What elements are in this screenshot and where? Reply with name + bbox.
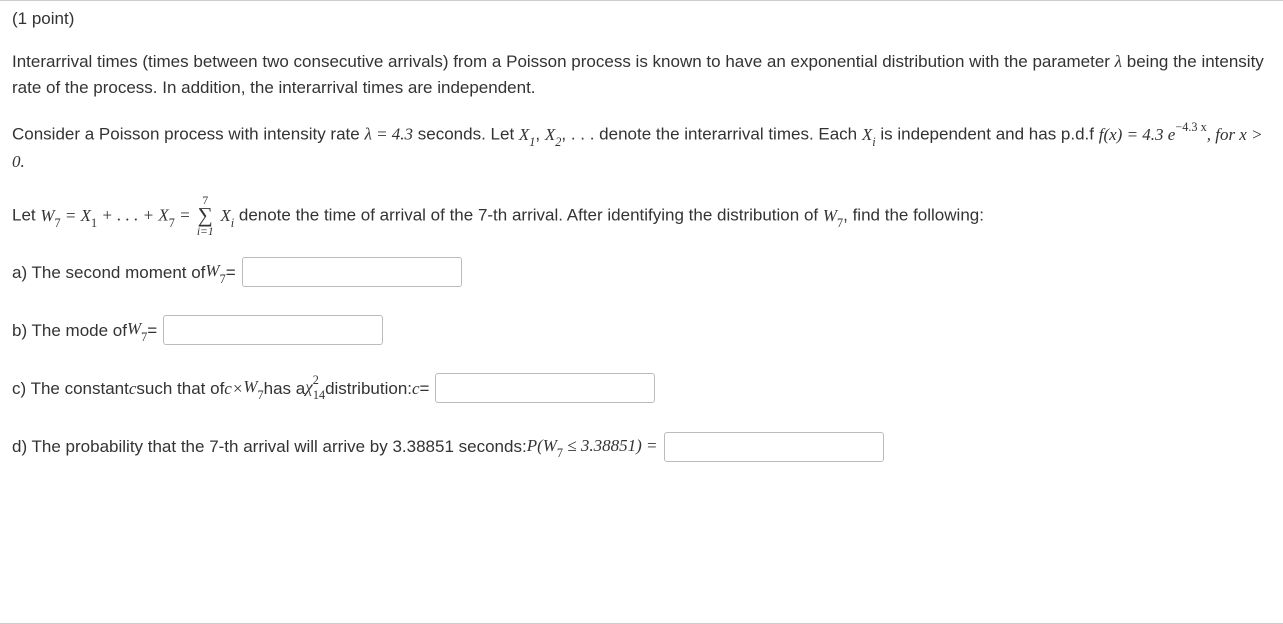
xi-sub-sum: i: [231, 216, 234, 230]
qd-w7-sub: 7: [557, 446, 563, 460]
w-letter-2: W: [823, 206, 837, 225]
x2-sub: 2: [555, 135, 561, 149]
xi-var: Xi: [862, 125, 876, 144]
x-letter-sum: X: [220, 206, 230, 225]
qd-label: d) The probability that the 7-th arrival…: [12, 433, 527, 460]
qc-c3: c: [412, 375, 420, 402]
dots-1: . . .: [571, 125, 595, 144]
qc-times: ×: [232, 375, 243, 402]
x1-var: X1: [519, 125, 536, 144]
qc-c2: c: [224, 375, 232, 402]
qc-dist: distribution:: [325, 375, 412, 402]
pdf-fx: f(x) = 4.3 e: [1099, 125, 1176, 144]
qc-has: has a: [264, 375, 306, 402]
question-c: c) The constant c such that of c × W7 ha…: [12, 373, 1271, 404]
sigma-bot: i=1: [197, 226, 214, 238]
w7-paragraph: Let W7 = X1 + . . . + X7 = 7∑i=1 Xi deno…: [12, 195, 1271, 237]
lambda-symbol: λ: [1115, 52, 1122, 71]
question-a: a) The second moment of W7 =: [12, 257, 1271, 287]
qb-w7: W7: [127, 315, 147, 345]
eq-x1: = X1: [61, 206, 97, 225]
qa-eq: =: [226, 259, 236, 286]
lambda-eq: λ = 4.3: [364, 125, 413, 144]
answer-input-b[interactable]: [163, 315, 383, 345]
qa-w: W: [205, 261, 219, 280]
question-d: d) The probability that the 7-th arrival…: [12, 432, 1271, 462]
w7-var-2: W7: [823, 206, 843, 225]
w7-text-b: denote the time of arrival of the 7-th a…: [234, 206, 823, 225]
points-label: (1 point): [12, 9, 1271, 29]
sigma-notation: 7∑i=1: [197, 195, 214, 237]
w7-var: W7: [40, 206, 60, 225]
chi-sub: 14: [313, 388, 325, 402]
x-letter-2: X: [545, 125, 555, 144]
w7-text-c: , find the following:: [843, 206, 984, 225]
chi-letter: χ: [305, 378, 312, 397]
qb-label: b) The mode of: [12, 317, 127, 344]
x1-sub-2: 1: [91, 216, 97, 230]
xi-sub: i: [872, 135, 875, 149]
qc-eq: =: [420, 375, 430, 402]
answer-input-a[interactable]: [242, 257, 462, 287]
qc-mid: such that of: [136, 375, 224, 402]
w7-sub: 7: [55, 216, 61, 230]
qd-p-open: P(W: [527, 436, 557, 455]
chi-sup: 2: [313, 373, 319, 387]
intro-text-1: Interarrival times (times between two co…: [12, 52, 1115, 71]
eq-x-part: = X: [61, 206, 91, 225]
qd-prob: P(W7 ≤ 3.38851) =: [527, 432, 658, 462]
eq-sign: =: [175, 206, 195, 225]
comma-2: ,: [561, 125, 570, 144]
x2-var: X2: [545, 125, 562, 144]
qb-eq: =: [147, 317, 157, 344]
setup-text-b: seconds. Let: [413, 125, 519, 144]
plus-dots: + . . . + X: [97, 206, 169, 225]
setup-text-c: denote the interarrival times. Each: [594, 125, 861, 144]
setup-text-a: Consider a Poisson process with intensit…: [12, 125, 364, 144]
comma-1: ,: [535, 125, 544, 144]
qb-w: W: [127, 319, 141, 338]
intro-paragraph: Interarrival times (times between two co…: [12, 49, 1271, 100]
qc-c: c: [129, 375, 137, 402]
qc-w7: W7: [243, 373, 263, 403]
qc-w: W: [243, 377, 257, 396]
x-letter: X: [519, 125, 529, 144]
qb-w7-sub: 7: [141, 330, 147, 344]
question-b: b) The mode of W7 =: [12, 315, 1271, 345]
qd-leq: ≤ 3.38851) =: [563, 436, 657, 455]
qa-w7-sub: 7: [220, 272, 226, 286]
pdf-exp: −4.3 x: [1175, 120, 1206, 134]
x-letter-i: X: [862, 125, 872, 144]
x1-sub: 1: [529, 135, 535, 149]
setup-paragraph: Consider a Poisson process with intensit…: [12, 120, 1271, 175]
qc-label: c) The constant: [12, 375, 129, 402]
w7-sub-2: 7: [837, 216, 843, 230]
w-letter: W: [40, 206, 54, 225]
chi-sq: χ214: [305, 373, 325, 404]
sigma-symbol: ∑: [198, 206, 213, 225]
x7-sub: 7: [169, 216, 175, 230]
qa-w7: W7: [205, 257, 225, 287]
qa-label: a) The second moment of: [12, 259, 205, 286]
w7-text-a: Let: [12, 206, 40, 225]
qc-w7-sub: 7: [258, 388, 264, 402]
xi-in-sum: Xi: [220, 206, 234, 225]
setup-text-d: is independent and has p.d.f: [876, 125, 1099, 144]
answer-input-d[interactable]: [664, 432, 884, 462]
answer-input-c[interactable]: [435, 373, 655, 403]
